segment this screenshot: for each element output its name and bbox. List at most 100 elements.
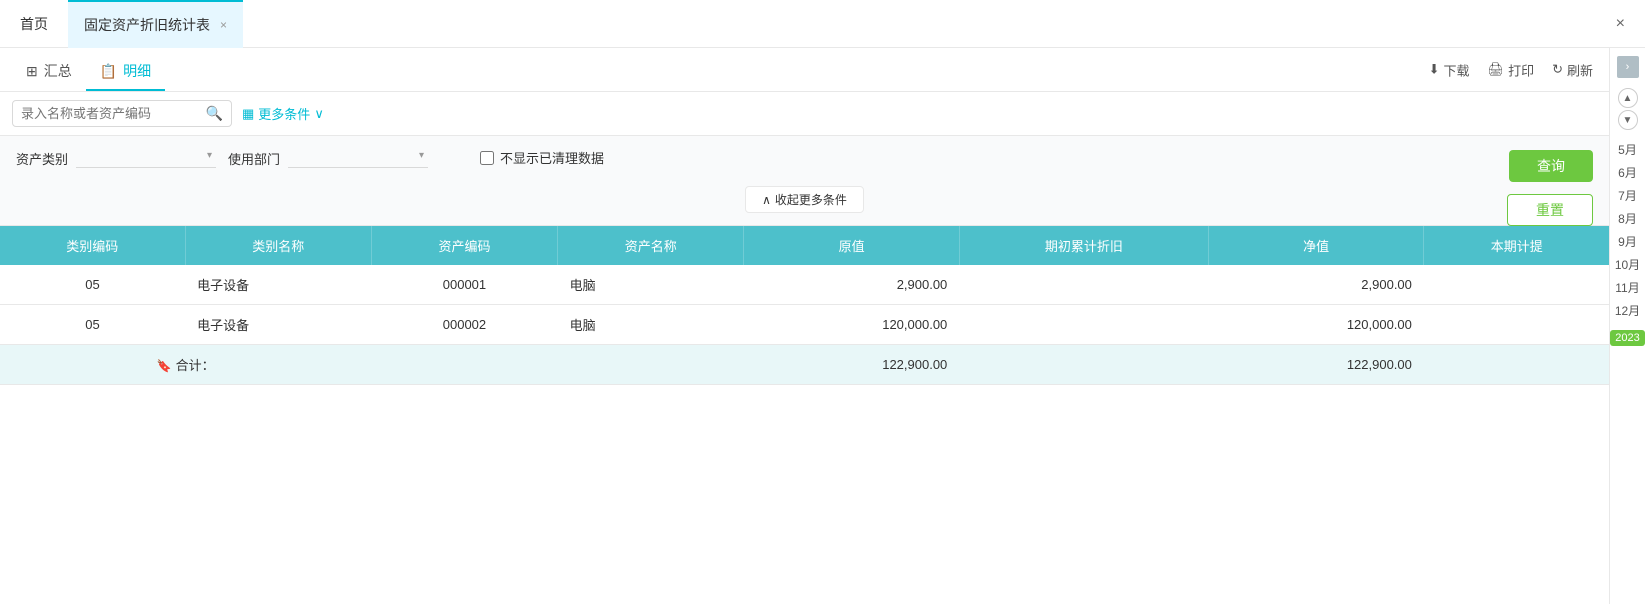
col-original-value: 原值 <box>744 226 959 265</box>
content-area: ⊞ 汇总 📋 明细 ⬇ 下载 🖨 打印 ↻ 刷新 <box>0 48 1645 604</box>
collapse-up-icon: ∧ <box>762 193 771 207</box>
print-label: 打印 <box>1508 60 1534 79</box>
window-close-button[interactable]: × <box>1616 15 1625 33</box>
chevron-down-icon: ∨ <box>314 106 324 122</box>
nav-home[interactable]: 首页 <box>0 0 68 48</box>
total-initial-depreciation <box>959 345 1208 385</box>
collapse-label: 收起更多条件 <box>775 191 847 208</box>
search-bar: 🔍 ▦ 更多条件 ∨ <box>0 92 1609 136</box>
more-filter-button[interactable]: ▦ 更多条件 ∨ <box>242 104 324 123</box>
total-row: 🔖合计： 122,900.00 122,900.00 <box>0 345 1609 385</box>
tab-close-icon[interactable]: × <box>220 18 227 32</box>
more-filter-label: 更多条件 <box>258 104 310 123</box>
sidebar-month-item[interactable]: 7月 <box>1615 184 1640 207</box>
cell-current-period <box>1424 265 1609 305</box>
sidebar-expand-arrow[interactable]: › <box>1617 56 1639 78</box>
sidebar-month-item[interactable]: 10月 <box>1615 253 1640 276</box>
collapse-button[interactable]: ∧ 收起更多条件 <box>745 186 864 213</box>
tab-detail[interactable]: 📋 明细 <box>86 53 165 91</box>
download-icon: ⬇ <box>1429 62 1440 78</box>
cell-original-value: 120,000.00 <box>744 305 959 345</box>
cell-initial-depreciation <box>959 305 1208 345</box>
cell-category-name: 电子设备 <box>185 265 371 305</box>
scroll-up-arrow[interactable]: ▲ <box>1618 88 1638 108</box>
search-input-wrap: 🔍 <box>12 100 232 127</box>
tab-summary[interactable]: ⊞ 汇总 <box>12 53 86 91</box>
table-wrap: 类别编码 类别名称 资产编码 资产名称 原值 期初累计折旧 净值 本期计提 05… <box>0 226 1609 604</box>
scroll-down-arrow[interactable]: ▼ <box>1618 110 1638 130</box>
use-dept-filter: 使用部门 <box>228 148 428 168</box>
total-label: 🔖合计： <box>0 345 371 385</box>
refresh-label: 刷新 <box>1567 60 1593 79</box>
summary-icon: ⊞ <box>26 63 38 80</box>
sidebar-month-item[interactable]: 12月 <box>1615 299 1640 322</box>
cell-category-code: 05 <box>0 305 185 345</box>
col-current-period: 本期计提 <box>1424 226 1609 265</box>
col-initial-depreciation: 期初累计折旧 <box>959 226 1208 265</box>
nav-tab-active[interactable]: 固定资产折旧统计表 × <box>68 0 243 48</box>
cell-category-name: 电子设备 <box>185 305 371 345</box>
use-dept-label: 使用部门 <box>228 149 280 168</box>
data-table: 类别编码 类别名称 资产编码 资产名称 原值 期初累计折旧 净值 本期计提 05… <box>0 226 1609 385</box>
col-asset-name: 资产名称 <box>558 226 744 265</box>
print-button[interactable]: 🖨 打印 <box>1488 60 1535 79</box>
col-category-code: 类别编码 <box>0 226 185 265</box>
col-net-value: 净值 <box>1208 226 1423 265</box>
col-category-name: 类别名称 <box>185 226 371 265</box>
use-dept-select-wrap <box>288 148 428 168</box>
filter-area: 资产类别 使用部门 不显示已清理数据 查询 <box>0 136 1609 226</box>
top-nav: 首页 固定资产折旧统计表 × × <box>0 0 1645 48</box>
cell-asset-code: 000002 <box>371 305 557 345</box>
sidebar-month-item[interactable]: 8月 <box>1615 207 1640 230</box>
cell-net-value: 2,900.00 <box>1208 265 1423 305</box>
toolbar-right: ⬇ 下载 🖨 打印 ↻ 刷新 <box>1429 60 1593 79</box>
total-current-period <box>1424 345 1609 385</box>
sidebar-month-item[interactable]: 9月 <box>1615 230 1640 253</box>
hide-cleared-group: 不显示已清理数据 <box>480 148 604 167</box>
main-panel: ⊞ 汇总 📋 明细 ⬇ 下载 🖨 打印 ↻ 刷新 <box>0 48 1609 604</box>
asset-type-filter: 资产类别 <box>16 148 216 168</box>
detail-icon: 📋 <box>100 63 117 80</box>
cell-asset-name: 电脑 <box>558 305 744 345</box>
download-button[interactable]: ⬇ 下载 <box>1429 60 1470 79</box>
use-dept-select[interactable] <box>288 148 428 168</box>
hide-cleared-label: 不显示已清理数据 <box>500 148 604 167</box>
cell-original-value: 2,900.00 <box>744 265 959 305</box>
total-asset-code <box>371 345 557 385</box>
search-input[interactable] <box>21 106 206 121</box>
table-row: 05 电子设备 000001 电脑 2,900.00 2,900.00 <box>0 265 1609 305</box>
sidebar-month-item[interactable]: 6月 <box>1615 161 1640 184</box>
cell-initial-depreciation <box>959 265 1208 305</box>
cell-asset-code: 000001 <box>371 265 557 305</box>
table-row: 05 电子设备 000002 电脑 120,000.00 120,000.00 <box>0 305 1609 345</box>
sidebar-month-item[interactable]: 11月 <box>1615 276 1640 299</box>
total-asset-name <box>558 345 744 385</box>
total-icon: 🔖 <box>157 359 172 373</box>
search-icon[interactable]: 🔍 <box>206 105 223 122</box>
total-original-value: 122,900.00 <box>744 345 959 385</box>
asset-type-select-wrap <box>76 148 216 168</box>
year-badge: 2023 <box>1610 330 1645 346</box>
tab-detail-label: 明细 <box>123 61 151 81</box>
col-asset-code: 资产编码 <box>371 226 557 265</box>
hide-cleared-checkbox[interactable] <box>480 151 494 165</box>
table-header-row: 类别编码 类别名称 资产编码 资产名称 原值 期初累计折旧 净值 本期计提 <box>0 226 1609 265</box>
cell-asset-name: 电脑 <box>558 265 744 305</box>
total-net-value: 122,900.00 <box>1208 345 1423 385</box>
download-label: 下载 <box>1444 60 1470 79</box>
month-list: 5月6月7月8月9月10月11月12月 <box>1615 138 1640 322</box>
tab-title: 固定资产折旧统计表 <box>84 15 210 35</box>
nav-arrows: ▲ ▼ <box>1618 88 1638 130</box>
sidebar-month-item[interactable]: 5月 <box>1615 138 1640 161</box>
refresh-icon: ↻ <box>1552 62 1563 78</box>
reset-button[interactable]: 重置 <box>1507 194 1593 226</box>
asset-type-label: 资产类别 <box>16 149 68 168</box>
refresh-button[interactable]: ↻ 刷新 <box>1552 60 1593 79</box>
asset-type-select[interactable] <box>76 148 216 168</box>
cell-net-value: 120,000.00 <box>1208 305 1423 345</box>
right-sidebar: › ▲ ▼ 5月6月7月8月9月10月11月12月 2023 <box>1609 48 1645 604</box>
print-icon: 🖨 <box>1488 62 1505 78</box>
collapse-section: ∧ 收起更多条件 <box>16 186 1593 213</box>
tab-summary-label: 汇总 <box>44 61 72 81</box>
query-button[interactable]: 查询 <box>1509 150 1593 182</box>
